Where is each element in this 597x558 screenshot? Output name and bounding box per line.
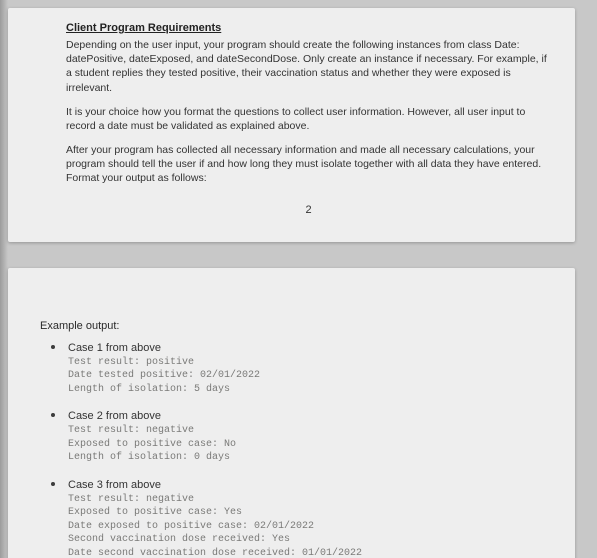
paragraph-requirements-3: After your program has collected all nec… <box>66 143 551 186</box>
page-top: Client Program Requirements Depending on… <box>8 8 575 242</box>
case-output: Test result: negative Exposed to positiv… <box>68 424 551 465</box>
case-item: Case 2 from above Test result: negative … <box>66 406 551 465</box>
case-title: Case 3 from above <box>68 479 551 491</box>
case-title: Case 1 from above <box>68 342 551 354</box>
case-item: Case 3 from above Test result: negative … <box>66 475 551 558</box>
page-number: 2 <box>66 204 551 216</box>
example-cases-list: Case 1 from above Test result: positive … <box>66 338 551 558</box>
paragraph-requirements-1: Depending on the user input, your progra… <box>66 38 551 95</box>
page-bottom: Example output: Case 1 from above Test r… <box>8 268 575 558</box>
page-gap <box>8 242 575 268</box>
case-item: Case 1 from above Test result: positive … <box>66 338 551 397</box>
section-heading-client-requirements: Client Program Requirements <box>66 22 551 34</box>
example-output-heading: Example output: <box>40 320 551 332</box>
paragraph-requirements-2: It is your choice how you format the que… <box>66 105 551 133</box>
document-viewport: Client Program Requirements Depending on… <box>0 0 597 558</box>
case-output: Test result: positive Date tested positi… <box>68 356 551 397</box>
case-title: Case 2 from above <box>68 410 551 422</box>
case-output: Test result: negative Exposed to positiv… <box>68 493 551 558</box>
